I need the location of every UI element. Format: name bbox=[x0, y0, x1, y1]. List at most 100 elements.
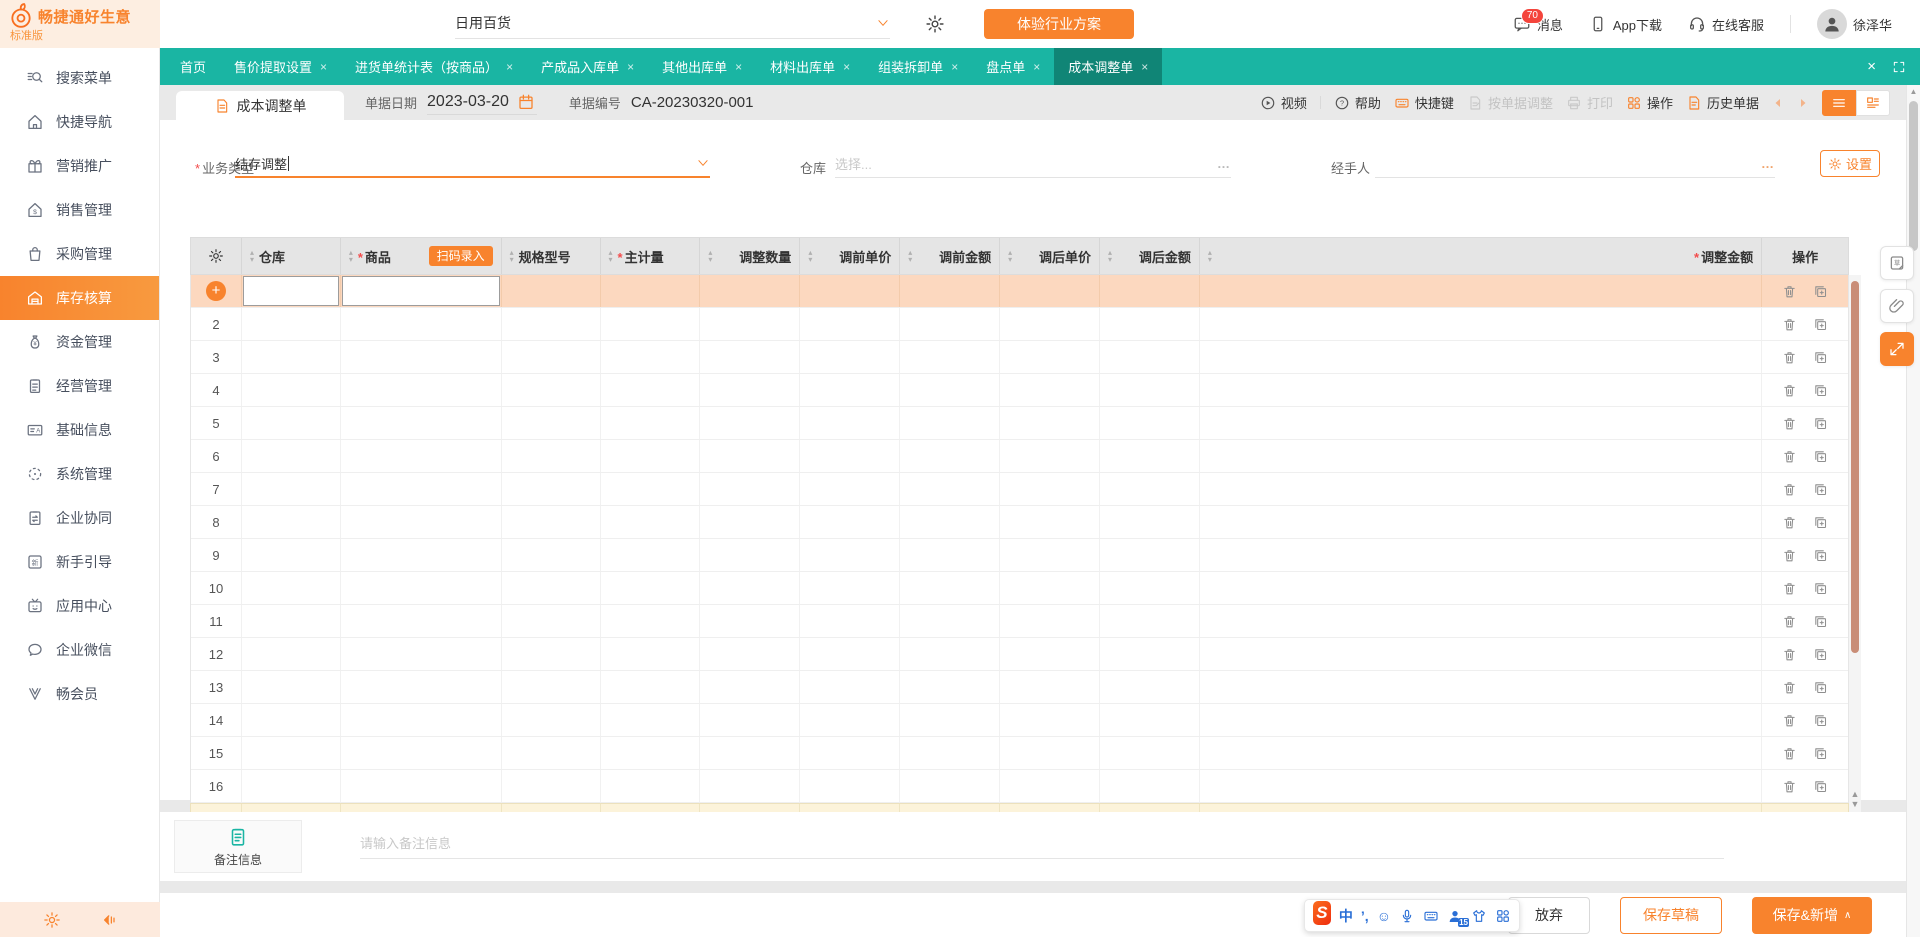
app-download-button[interactable]: App下载 bbox=[1589, 15, 1662, 34]
table-row[interactable]: 3 bbox=[191, 341, 1848, 374]
sidebar-item-企业微信[interactable]: 企业微信 bbox=[0, 628, 159, 672]
cell-仓库[interactable] bbox=[242, 275, 341, 307]
sidebar-item-新手引导[interactable]: 新 新手引导 bbox=[0, 540, 159, 584]
delete-row-icon[interactable] bbox=[1782, 515, 1797, 530]
copy-row-icon[interactable] bbox=[1813, 482, 1828, 497]
brand-logo[interactable]: 畅捷通好生意 标准版 bbox=[0, 0, 160, 48]
table-row[interactable]: 12 bbox=[191, 638, 1848, 671]
tab-成本调整单[interactable]: 成本调整单 × bbox=[1054, 48, 1163, 85]
table-row[interactable]: 2 bbox=[191, 308, 1848, 341]
ellipsis-icon[interactable]: … bbox=[1761, 156, 1775, 171]
sort-carets-icon[interactable]: ▴ ▾ bbox=[609, 249, 613, 264]
save-and-new-button[interactable]: 保存&新增 ∧ bbox=[1752, 896, 1872, 934]
tab-close-icon[interactable]: × bbox=[627, 60, 634, 74]
sidebar-item-快捷导航[interactable]: 快捷导航 bbox=[0, 100, 159, 144]
table-row[interactable]: 10 bbox=[191, 572, 1848, 605]
copy-row-icon[interactable] bbox=[1813, 317, 1828, 332]
table-row[interactable]: 13 bbox=[191, 671, 1848, 704]
table-row[interactable]: 4 bbox=[191, 374, 1848, 407]
sort-carets-icon[interactable]: ▴ ▾ bbox=[908, 249, 912, 264]
copy-row-icon[interactable] bbox=[1813, 416, 1828, 431]
settings-gear-icon[interactable] bbox=[43, 911, 61, 929]
table-row[interactable]: 8 bbox=[191, 506, 1848, 539]
delete-row-icon[interactable] bbox=[1782, 680, 1797, 695]
ime-skin-icon[interactable] bbox=[1471, 908, 1487, 924]
table-row[interactable]: 11 bbox=[191, 605, 1848, 638]
sidebar-item-资金管理[interactable]: ¥ 资金管理 bbox=[0, 320, 159, 364]
tab-首页[interactable]: 首页 bbox=[166, 48, 220, 85]
tab-材料出库单[interactable]: 材料出库单 × bbox=[756, 48, 864, 85]
copy-row-icon[interactable] bbox=[1813, 383, 1828, 398]
toolbar-操作[interactable]: 操作 bbox=[1626, 93, 1673, 112]
delete-row-icon[interactable] bbox=[1782, 746, 1797, 761]
copy-row-icon[interactable] bbox=[1813, 350, 1828, 365]
next-doc-icon[interactable] bbox=[1797, 97, 1809, 109]
sidebar-item-采购管理[interactable]: 采购管理 bbox=[0, 232, 159, 276]
editable-cell-input[interactable] bbox=[341, 276, 500, 306]
discard-button[interactable]: 放弃 bbox=[1508, 896, 1590, 934]
sidebar-item-基础信息[interactable]: A 基础信息 bbox=[0, 408, 159, 452]
table-row[interactable]: + bbox=[191, 275, 1848, 308]
scroll-up-arrow[interactable]: ▲ bbox=[1907, 85, 1920, 99]
sort-carets-icon[interactable]: ▴ ▾ bbox=[510, 249, 514, 264]
sidebar-item-应用中心[interactable]: 应用中心 bbox=[0, 584, 159, 628]
copy-row-icon[interactable] bbox=[1813, 614, 1828, 629]
delete-row-icon[interactable] bbox=[1782, 449, 1797, 464]
column-header-调前金额[interactable]: ▴ ▾ 调前金额 bbox=[900, 238, 1001, 274]
handler-select[interactable]: … bbox=[1375, 150, 1775, 178]
delete-row-icon[interactable] bbox=[1782, 614, 1797, 629]
copy-row-icon[interactable] bbox=[1813, 746, 1828, 761]
copy-row-icon[interactable] bbox=[1813, 779, 1828, 794]
delete-row-icon[interactable] bbox=[1782, 647, 1797, 662]
tab-close-icon[interactable]: × bbox=[843, 60, 850, 74]
settings-gear-icon[interactable] bbox=[925, 14, 945, 34]
ime-keyboard-icon[interactable] bbox=[1423, 908, 1439, 924]
attachment-button[interactable] bbox=[1880, 289, 1914, 323]
tab-close-icon[interactable]: × bbox=[320, 60, 327, 74]
page-scrollbar-thumb[interactable] bbox=[1909, 101, 1918, 251]
copy-row-icon[interactable] bbox=[1813, 449, 1828, 464]
grid-scrollbar[interactable] bbox=[1849, 275, 1861, 821]
tab-组装拆卸单[interactable]: 组装拆卸单 × bbox=[864, 48, 972, 85]
toolbar-帮助[interactable]: ? 帮助 bbox=[1334, 93, 1381, 112]
draft-list-button[interactable]: 草 bbox=[1880, 246, 1914, 280]
copy-row-icon[interactable] bbox=[1813, 680, 1828, 695]
sort-carets-icon[interactable]: ▴ ▾ bbox=[708, 249, 712, 264]
view-toggle-card[interactable] bbox=[1856, 89, 1890, 116]
sidebar-item-搜索菜单[interactable]: 搜索菜单 bbox=[0, 56, 159, 100]
copy-row-icon[interactable] bbox=[1813, 284, 1828, 299]
biz-type-select[interactable]: 结存调整 bbox=[235, 150, 710, 178]
close-icon[interactable]: × bbox=[1867, 58, 1876, 75]
delete-row-icon[interactable] bbox=[1782, 416, 1797, 431]
fullscreen-icon[interactable] bbox=[1892, 60, 1906, 74]
delete-row-icon[interactable] bbox=[1782, 482, 1797, 497]
sidebar-item-销售管理[interactable]: $ 销售管理 bbox=[0, 188, 159, 232]
delete-row-icon[interactable] bbox=[1782, 779, 1797, 794]
column-header-调后金额[interactable]: ▴ ▾ 调后金额 bbox=[1100, 238, 1200, 274]
user-menu[interactable]: 徐泽华 bbox=[1816, 9, 1892, 39]
try-industry-button[interactable]: 体验行业方案 bbox=[984, 9, 1134, 39]
delete-row-icon[interactable] bbox=[1782, 383, 1797, 398]
copy-row-icon[interactable] bbox=[1813, 515, 1828, 530]
table-row[interactable]: 14 bbox=[191, 704, 1848, 737]
table-row[interactable]: 5 bbox=[191, 407, 1848, 440]
sort-carets-icon[interactable]: ▴ ▾ bbox=[1108, 249, 1112, 264]
ellipsis-icon[interactable]: … bbox=[1217, 156, 1231, 171]
tab-盘点单[interactable]: 盘点单 × bbox=[972, 48, 1054, 85]
view-toggle-list[interactable] bbox=[1822, 89, 1856, 116]
tab-close-icon[interactable]: × bbox=[1141, 60, 1148, 74]
cell-商品[interactable] bbox=[341, 275, 502, 307]
sort-carets-icon[interactable]: ▴ ▾ bbox=[808, 249, 812, 264]
editable-cell-input[interactable] bbox=[242, 276, 339, 306]
toolbar-视频[interactable]: 视频 bbox=[1260, 93, 1307, 112]
save-draft-button[interactable]: 保存草稿 bbox=[1620, 896, 1722, 934]
sort-carets-icon[interactable]: ▴ ▾ bbox=[1008, 249, 1012, 264]
tab-close-icon[interactable]: × bbox=[1033, 60, 1040, 74]
copy-row-icon[interactable] bbox=[1813, 548, 1828, 563]
column-header-仓库[interactable]: ▴ ▾ 仓库 bbox=[242, 238, 341, 274]
copy-row-icon[interactable] bbox=[1813, 713, 1828, 728]
toolbar-快捷键[interactable]: 快捷键 bbox=[1394, 93, 1454, 112]
column-header-操作[interactable]: 操作 bbox=[1762, 238, 1848, 274]
delete-row-icon[interactable] bbox=[1782, 548, 1797, 563]
prev-doc-icon[interactable] bbox=[1772, 97, 1784, 109]
